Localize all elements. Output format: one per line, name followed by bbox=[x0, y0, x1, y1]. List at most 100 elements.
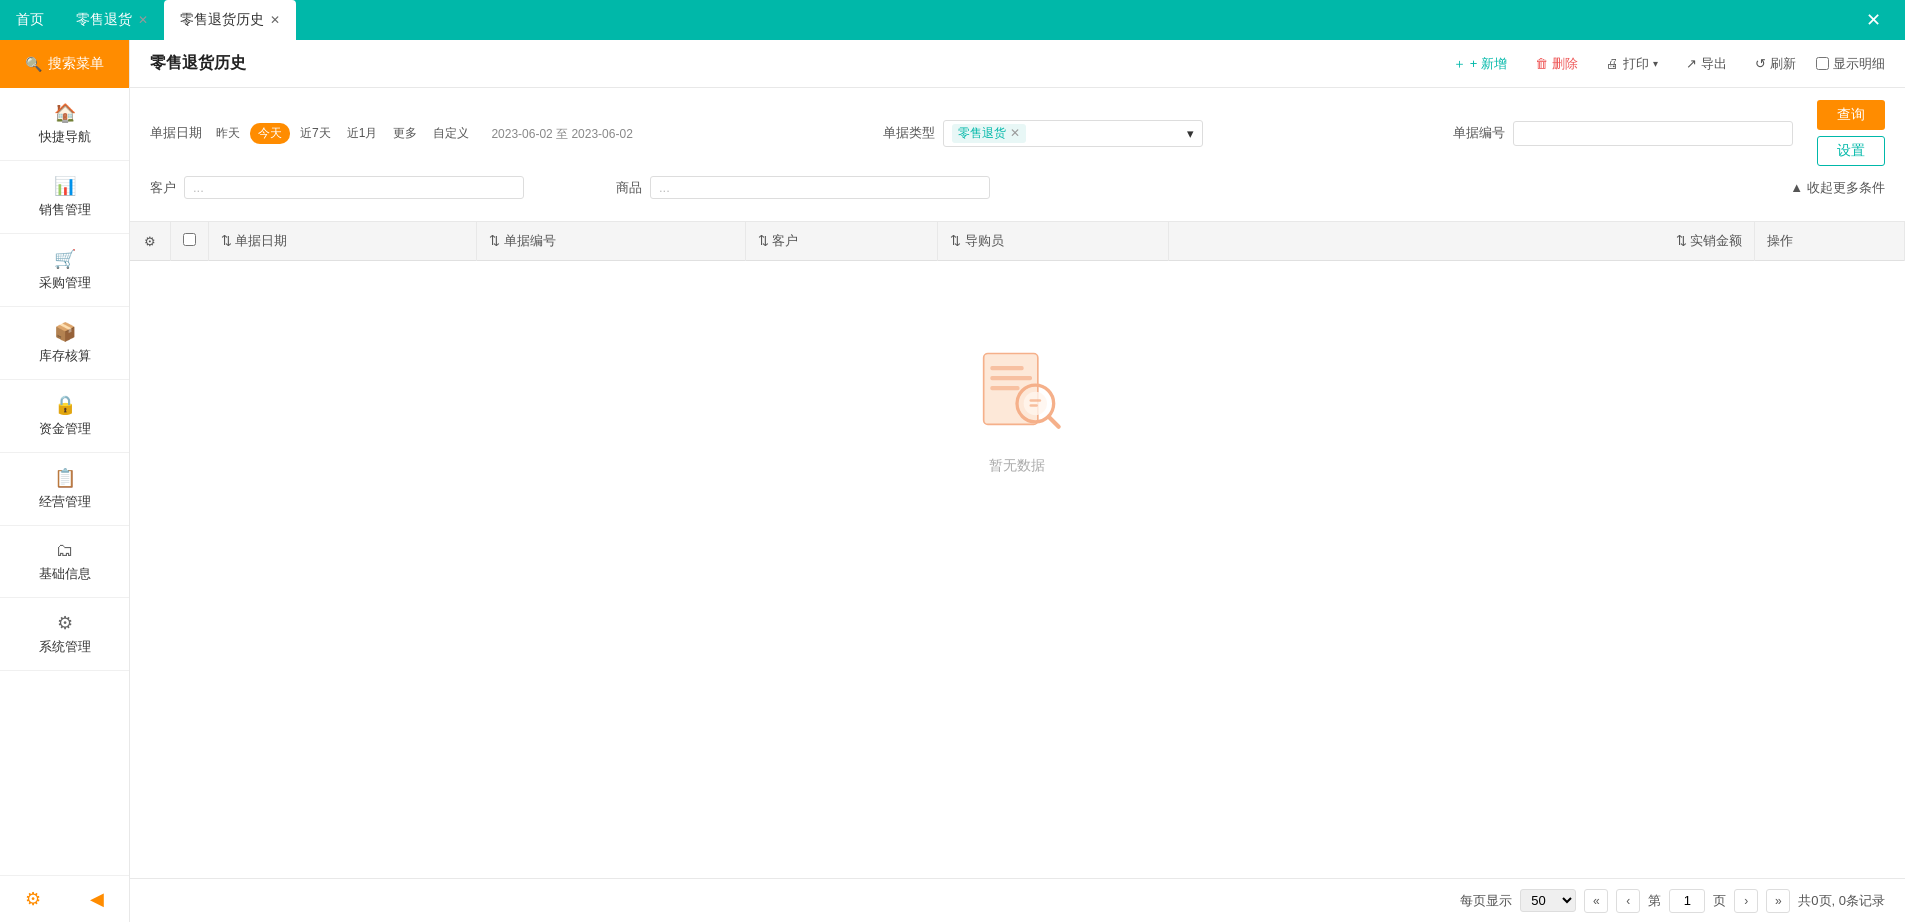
type-tag-label: 零售退货 bbox=[958, 125, 1006, 142]
customer-label: 客户 bbox=[150, 179, 176, 197]
tab-retail-return-history-label: 零售退货历史 bbox=[180, 11, 264, 29]
sidebar-item-operations-label: 经营管理 bbox=[39, 493, 91, 511]
print-icon: 🖨 bbox=[1606, 56, 1619, 71]
goods-label: 商品 bbox=[616, 179, 642, 197]
col-guide-label: ⇅ 导购员 bbox=[950, 233, 1004, 248]
col-amount-label: ⇅ 实销金额 bbox=[1676, 233, 1743, 248]
type-filter-label: 单据类型 bbox=[883, 124, 935, 142]
date-btn-more[interactable]: 更多 bbox=[387, 123, 423, 144]
last-page-button[interactable]: » bbox=[1766, 889, 1790, 913]
select-all-checkbox[interactable] bbox=[183, 233, 196, 246]
tab-retail-return-close[interactable]: ✕ bbox=[138, 13, 148, 27]
delete-button[interactable]: 🗑 删除 bbox=[1527, 51, 1586, 77]
table-head: ⚙ ⇅ 单据日期 ⇅ 单据编号 ⇅ 客户 bbox=[130, 222, 1905, 261]
delete-label: 删除 bbox=[1552, 55, 1578, 73]
page-size-select[interactable]: 20 50 100 bbox=[1520, 889, 1576, 912]
export-button[interactable]: ↗ 导出 bbox=[1678, 51, 1735, 77]
tab-retail-return-history-close[interactable]: ✕ bbox=[270, 13, 280, 27]
search-icon: 🔍 bbox=[25, 56, 42, 72]
date-filter-buttons: 昨天 今天 近7天 近1月 更多 自定义 bbox=[210, 123, 475, 144]
show-detail-checkbox[interactable]: 显示明细 bbox=[1816, 55, 1885, 73]
first-page-button[interactable]: « bbox=[1584, 889, 1608, 913]
refresh-button[interactable]: ↺ 刷新 bbox=[1747, 51, 1804, 77]
date-btn-yesterday[interactable]: 昨天 bbox=[210, 123, 246, 144]
refresh-icon: ↺ bbox=[1755, 56, 1766, 71]
col-customer: ⇅ 客户 bbox=[745, 222, 937, 261]
col-guide: ⇅ 导购员 bbox=[938, 222, 1169, 261]
show-detail-label: 显示明细 bbox=[1833, 55, 1885, 73]
sidebar-collapse-icon[interactable]: ◀ bbox=[90, 888, 104, 910]
purchase-icon: 🛒 bbox=[54, 248, 76, 270]
basic-icon: 🗂 bbox=[56, 540, 74, 561]
date-range-text: 2023-06-02 至 2023-06-02 bbox=[491, 126, 632, 143]
settings-button[interactable]: 设置 bbox=[1817, 136, 1885, 166]
sidebar-item-inventory-label: 库存核算 bbox=[39, 347, 91, 365]
filter-type: 单据类型 零售退货 ✕ ▾ bbox=[883, 120, 1203, 147]
col-date-label: ⇅ 单据日期 bbox=[221, 233, 288, 248]
prev-page-button[interactable]: ‹ bbox=[1616, 889, 1640, 913]
sidebar-item-basic-label: 基础信息 bbox=[39, 565, 91, 583]
col-number-label: ⇅ 单据编号 bbox=[489, 233, 556, 248]
tab-retail-return-history[interactable]: 零售退货历史 ✕ bbox=[164, 0, 296, 40]
date-btn-custom[interactable]: 自定义 bbox=[427, 123, 475, 144]
sidebar-item-basic[interactable]: 🗂 基础信息 bbox=[0, 526, 129, 598]
export-label: 导出 bbox=[1701, 55, 1727, 73]
sidebar-item-system[interactable]: ⚙ 系统管理 bbox=[0, 598, 129, 671]
system-icon: ⚙ bbox=[57, 612, 73, 634]
col-amount: ⇅ 实销金额 bbox=[1168, 222, 1755, 261]
gear-icon[interactable]: ⚙ bbox=[144, 234, 156, 249]
new-button[interactable]: ＋ + 新增 bbox=[1445, 51, 1515, 77]
toolbar: ＋ + 新增 🗑 删除 🖨 打印 ▾ ↗ 导出 ↺ bbox=[1445, 51, 1885, 77]
tab-retail-return[interactable]: 零售退货 ✕ bbox=[60, 0, 164, 40]
goods-select[interactable]: ... bbox=[650, 176, 990, 199]
filter-area: 单据日期 昨天 今天 近7天 近1月 更多 自定义 2023-06-02 至 2… bbox=[130, 88, 1905, 222]
delete-icon: 🗑 bbox=[1535, 56, 1548, 71]
tab-home-label: 首页 bbox=[16, 11, 44, 29]
date-btn-today[interactable]: 今天 bbox=[250, 123, 290, 144]
total-text: 共0页, 0条记录 bbox=[1798, 892, 1885, 910]
print-label: 打印 bbox=[1623, 55, 1649, 73]
sidebar-item-sales[interactable]: 📊 销售管理 bbox=[0, 161, 129, 234]
page-size-label: 每页显示 bbox=[1460, 892, 1512, 910]
collapse-button[interactable]: ▲ 收起更多条件 bbox=[1790, 179, 1885, 197]
sidebar: 🔍 搜索菜单 🏠 快捷导航 📊 销售管理 🛒 采购管理 📦 库存核算 🔒 资金管… bbox=[0, 40, 130, 922]
customer-select[interactable]: ... bbox=[184, 176, 524, 199]
last-page-icon: » bbox=[1775, 894, 1782, 908]
page-title: 零售退货历史 bbox=[150, 53, 246, 74]
customer-placeholder: ... bbox=[193, 180, 204, 195]
page-number-input[interactable] bbox=[1669, 889, 1705, 913]
filter-row-2: 客户 ... 商品 ... ▲ bbox=[150, 176, 1885, 199]
query-button[interactable]: 查询 bbox=[1817, 100, 1885, 130]
next-page-button[interactable]: › bbox=[1734, 889, 1758, 913]
svg-line-6 bbox=[1049, 417, 1059, 427]
doc-number-input[interactable] bbox=[1513, 121, 1793, 146]
empty-row: 暂无数据 bbox=[130, 261, 1905, 556]
print-button[interactable]: 🖨 打印 ▾ bbox=[1598, 51, 1666, 77]
sidebar-item-purchase[interactable]: 🛒 采购管理 bbox=[0, 234, 129, 307]
date-btn-7days[interactable]: 近7天 bbox=[294, 123, 337, 144]
col-number: ⇅ 单据编号 bbox=[477, 222, 746, 261]
sidebar-settings-icon[interactable]: ⚙ bbox=[25, 888, 41, 910]
filter-goods: 商品 ... bbox=[616, 176, 990, 199]
filter-date-range: 2023-06-02 至 2023-06-02 bbox=[491, 124, 632, 143]
first-page-icon: « bbox=[1593, 894, 1600, 908]
top-close-button[interactable]: ✕ bbox=[1858, 9, 1889, 31]
sidebar-item-quick-nav[interactable]: 🏠 快捷导航 bbox=[0, 88, 129, 161]
tab-home[interactable]: 首页 bbox=[0, 0, 60, 40]
svg-rect-2 bbox=[991, 376, 1033, 380]
sidebar-item-operations[interactable]: 📋 经营管理 bbox=[0, 453, 129, 526]
col-date: ⇅ 单据日期 bbox=[208, 222, 477, 261]
date-btn-1month[interactable]: 近1月 bbox=[341, 123, 384, 144]
type-select[interactable]: 零售退货 ✕ ▾ bbox=[943, 120, 1203, 147]
table-header-row: ⚙ ⇅ 单据日期 ⇅ 单据编号 ⇅ 客户 bbox=[130, 222, 1905, 261]
sidebar-item-finance[interactable]: 🔒 资金管理 bbox=[0, 380, 129, 453]
filter-doc-number: 单据编号 bbox=[1453, 121, 1793, 146]
svg-point-5 bbox=[1024, 392, 1047, 415]
sidebar-search[interactable]: 🔍 搜索菜单 bbox=[0, 40, 129, 88]
show-detail-input[interactable] bbox=[1816, 57, 1829, 70]
type-tag-remove[interactable]: ✕ bbox=[1010, 126, 1020, 140]
main-layout: 🔍 搜索菜单 🏠 快捷导航 📊 销售管理 🛒 采购管理 📦 库存核算 🔒 资金管… bbox=[0, 40, 1905, 922]
sidebar-item-inventory[interactable]: 📦 库存核算 bbox=[0, 307, 129, 380]
empty-icon bbox=[967, 341, 1067, 441]
svg-rect-7 bbox=[1030, 399, 1042, 402]
